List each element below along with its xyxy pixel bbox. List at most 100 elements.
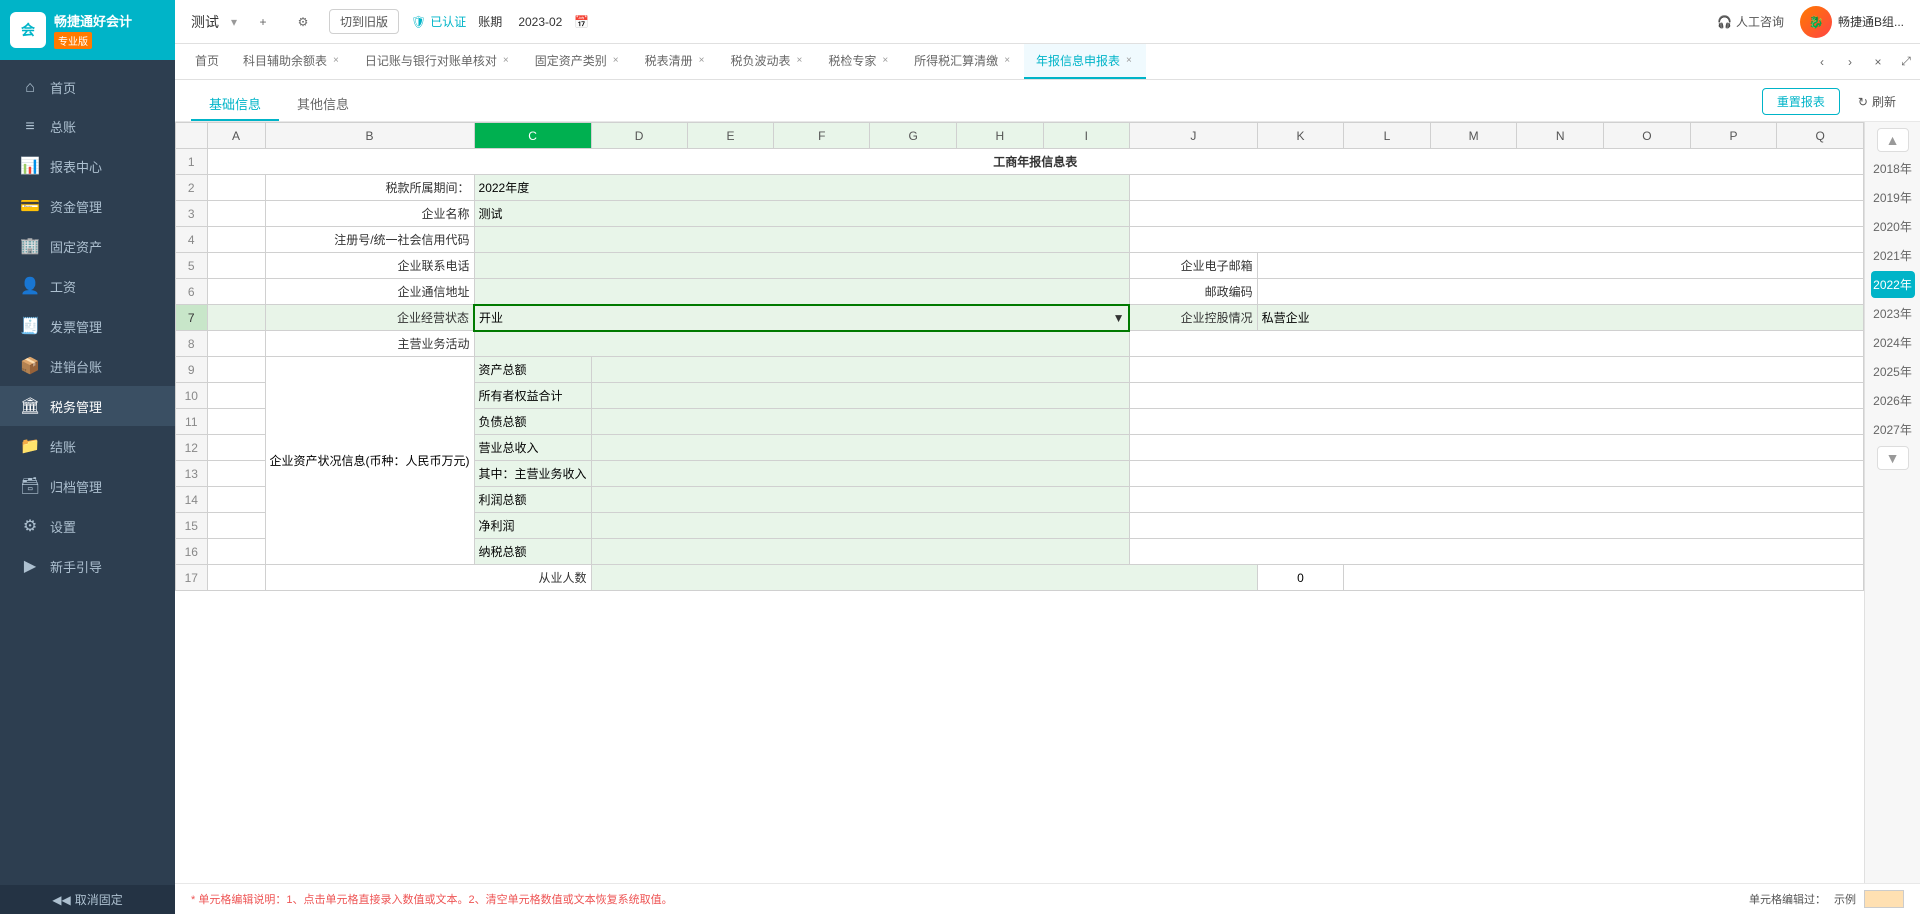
sidebar-item-home[interactable]: ⌂ 首页 xyxy=(0,68,175,107)
sidebar-item-archive[interactable]: 🗃 归档管理 xyxy=(0,466,175,506)
cell-5-C[interactable] xyxy=(474,253,1129,279)
cell-3-C[interactable]: 测试 xyxy=(474,201,1129,227)
cell-15-D[interactable] xyxy=(591,513,1129,539)
company-dropdown-icon[interactable]: ▾ xyxy=(231,15,237,29)
row-num: 11 xyxy=(176,409,208,435)
sidebar-item-invoice[interactable]: 🧾 发票管理 xyxy=(0,306,175,346)
reset-report-button[interactable]: 重置报表 xyxy=(1762,88,1840,115)
col-header-L[interactable]: L xyxy=(1344,123,1431,149)
cell-7-K[interactable]: 私营企业 xyxy=(1257,305,1863,331)
subtab-basic-info[interactable]: 基础信息 xyxy=(191,88,279,121)
cell-10-D[interactable] xyxy=(591,383,1129,409)
add-tab-button[interactable]: + xyxy=(249,8,277,36)
tab-next-button[interactable]: › xyxy=(1836,44,1864,79)
sidebar-item-salary[interactable]: 👤 工资 xyxy=(0,266,175,306)
cell-4-C[interactable] xyxy=(474,227,1129,253)
col-header-K[interactable]: K xyxy=(1257,123,1344,149)
subtab-other-info[interactable]: 其他信息 xyxy=(279,88,367,121)
sheet-title-cell[interactable]: 工商年报信息表 xyxy=(207,149,1863,175)
year-item-2018[interactable]: 2018年 xyxy=(1871,155,1915,182)
col-header-H[interactable]: H xyxy=(956,123,1043,149)
tab-close-icon[interactable]: × xyxy=(611,54,621,67)
tab-fixed-assets[interactable]: 固定资产类别 × xyxy=(523,44,633,79)
col-header-J[interactable]: J xyxy=(1129,123,1257,149)
tab-close-icon[interactable]: × xyxy=(501,54,511,67)
tab-tax-fluctuation[interactable]: 税负波动表 × xyxy=(718,44,816,79)
tab-close-icon[interactable]: × xyxy=(331,54,341,67)
year-item-2025[interactable]: 2025年 xyxy=(1871,358,1915,385)
settings-button[interactable]: ⚙ xyxy=(289,8,317,36)
tab-tax-expert[interactable]: 税检专家 × xyxy=(816,44,902,79)
cell-9-D[interactable] xyxy=(591,357,1129,383)
year-scroll-down-button[interactable]: ▼ xyxy=(1877,446,1909,470)
col-header-B[interactable]: B xyxy=(265,123,474,149)
year-item-2024[interactable]: 2024年 xyxy=(1871,329,1915,356)
sidebar-item-guide[interactable]: ▶ 新手引导 xyxy=(0,546,175,586)
cell-12-D[interactable] xyxy=(591,435,1129,461)
sidebar-item-ledger[interactable]: ≡ 总账 xyxy=(0,107,175,146)
year-item-2019[interactable]: 2019年 xyxy=(1871,184,1915,211)
cell-6-K[interactable] xyxy=(1257,279,1863,305)
tab-close-icon[interactable]: × xyxy=(880,54,890,67)
refresh-button[interactable]: ↻ 刷新 xyxy=(1850,89,1904,114)
tab-home[interactable]: 首页 xyxy=(183,44,231,79)
col-header-F[interactable]: F xyxy=(774,123,870,149)
tab-expand-button[interactable]: ⤢ xyxy=(1892,44,1920,79)
switch-version-button[interactable]: 切到旧版 xyxy=(329,9,399,34)
sidebar-collapse-btn[interactable]: ◀◀ 取消固定 xyxy=(0,885,175,914)
year-item-2026[interactable]: 2026年 xyxy=(1871,387,1915,414)
tab-close-icon[interactable]: × xyxy=(794,54,804,67)
tab-tax-table[interactable]: 税表清册 × xyxy=(633,44,719,79)
service-button[interactable]: 🎧 人工咨询 xyxy=(1717,13,1784,30)
calendar-icon[interactable]: 📅 xyxy=(574,15,589,29)
year-item-2022[interactable]: 2022年 xyxy=(1871,271,1915,298)
tab-subject-balance[interactable]: 科目辅助余额表 × xyxy=(231,44,353,79)
cell-6-C[interactable] xyxy=(474,279,1129,305)
spreadsheet-container[interactable]: A B C D E F G H I J K L xyxy=(175,122,1864,883)
col-header-D[interactable]: D xyxy=(591,123,687,149)
cell-14-D[interactable] xyxy=(591,487,1129,513)
tab-close-all-button[interactable]: × xyxy=(1864,44,1892,79)
year-scroll-up-button[interactable]: ▲ xyxy=(1877,128,1909,152)
col-header-M[interactable]: M xyxy=(1430,123,1517,149)
col-header-I[interactable]: I xyxy=(1043,123,1129,149)
tab-prev-button[interactable]: ‹ xyxy=(1808,44,1836,79)
col-header-N[interactable]: N xyxy=(1517,123,1604,149)
dropdown-arrow-icon[interactable]: ▼ xyxy=(1113,311,1125,325)
cell-13-D[interactable] xyxy=(591,461,1129,487)
col-header-O[interactable]: O xyxy=(1604,123,1691,149)
col-header-Q[interactable]: Q xyxy=(1777,123,1864,149)
tab-close-icon[interactable]: × xyxy=(1124,54,1134,67)
cell-10-J xyxy=(1129,383,1863,409)
sidebar-item-tax[interactable]: 🏛 税务管理 xyxy=(0,386,175,426)
cell-4-J xyxy=(1129,227,1863,253)
col-header-E[interactable]: E xyxy=(687,123,774,149)
col-header-G[interactable]: G xyxy=(870,123,957,149)
sidebar-item-settings[interactable]: ⚙ 设置 xyxy=(0,506,175,546)
user-avatar-button[interactable]: 🐉 畅捷通B组... xyxy=(1800,6,1904,38)
cell-11-D[interactable] xyxy=(591,409,1129,435)
tab-annual-report[interactable]: 年报信息申报表 × xyxy=(1024,44,1146,79)
cell-17-D[interactable] xyxy=(591,565,1257,591)
cell-5-K[interactable] xyxy=(1257,253,1863,279)
tab-close-icon[interactable]: × xyxy=(1002,54,1012,67)
tab-income-tax[interactable]: 所得税汇算清缴 × xyxy=(902,44,1024,79)
year-item-2020[interactable]: 2020年 xyxy=(1871,213,1915,240)
sidebar-item-assets[interactable]: 🏢 固定资产 xyxy=(0,226,175,266)
sidebar-item-funds[interactable]: 💳 资金管理 xyxy=(0,186,175,226)
col-header-A[interactable]: A xyxy=(207,123,265,149)
year-item-2027[interactable]: 2027年 xyxy=(1871,416,1915,443)
year-item-2023[interactable]: 2023年 xyxy=(1871,300,1915,327)
year-item-2021[interactable]: 2021年 xyxy=(1871,242,1915,269)
cell-2-C[interactable]: 2022年度 xyxy=(474,175,1129,201)
tab-close-icon[interactable]: × xyxy=(697,54,707,67)
col-header-P[interactable]: P xyxy=(1690,123,1777,149)
sidebar-item-reports[interactable]: 📊 报表中心 xyxy=(0,146,175,186)
sidebar-item-close[interactable]: 📁 结账 xyxy=(0,426,175,466)
tab-bank-reconcile[interactable]: 日记账与银行对账单核对 × xyxy=(353,44,523,79)
cell-8-C[interactable] xyxy=(474,331,1129,357)
sidebar-item-purchases[interactable]: 📦 进销台账 xyxy=(0,346,175,386)
cell-7-C[interactable]: 开业 ▼ xyxy=(474,305,1129,331)
col-header-C[interactable]: C xyxy=(474,123,591,149)
cell-16-D[interactable] xyxy=(591,539,1129,565)
